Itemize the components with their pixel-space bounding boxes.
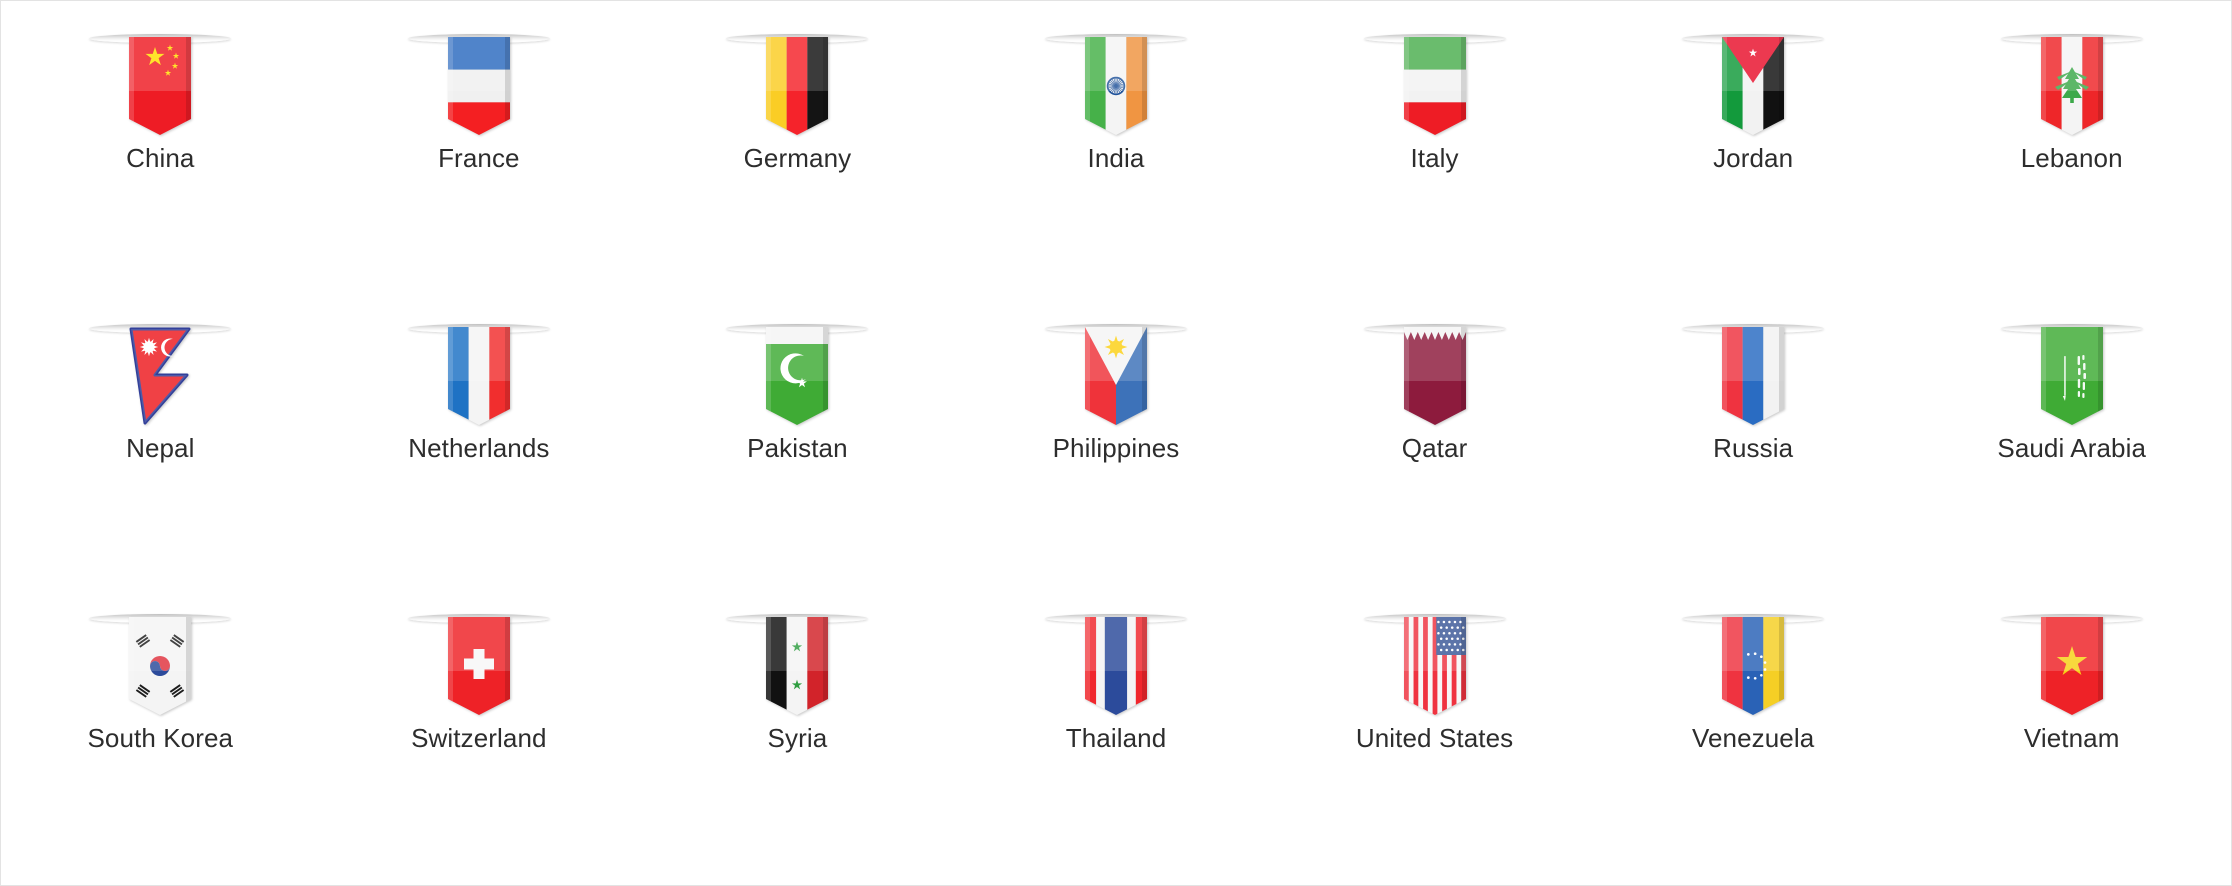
ribbon-wrap — [1360, 15, 1510, 143]
ribbon-wrap — [404, 15, 554, 143]
flag-cell-switzerland[interactable]: Switzerland — [320, 595, 639, 751]
flag-vietnam-icon[interactable] — [2040, 617, 2103, 715]
ribbon-wrap — [85, 305, 235, 433]
flag-label: Switzerland — [411, 723, 547, 753]
flag-thailand-icon[interactable] — [1084, 617, 1147, 715]
flag-netherlands-icon[interactable] — [447, 327, 510, 425]
flag-label: Pakistan — [747, 433, 848, 463]
flag-china-icon[interactable] — [129, 37, 192, 135]
ribbon-wrap — [1678, 305, 1828, 433]
flag-switzerland-icon[interactable] — [447, 617, 510, 715]
flag-grid: China France Germany India Italy Jordan … — [1, 1, 2231, 885]
ribbon-wrap — [1997, 305, 2147, 433]
flag-cell-saudi-arabia[interactable]: Saudi Arabia — [1912, 305, 2231, 461]
flag-cell-india[interactable]: India — [957, 15, 1276, 171]
flag-label: Philippines — [1052, 433, 1180, 463]
flag-label: Saudi Arabia — [1997, 433, 2147, 463]
flag-india-icon[interactable] — [1084, 37, 1147, 135]
flag-venezuela-icon[interactable] — [1722, 617, 1785, 715]
flag-cell-nepal[interactable]: Nepal — [1, 305, 320, 461]
ribbon-wrap — [1041, 595, 1191, 723]
flag-lebanon-icon[interactable] — [2040, 37, 2103, 135]
flag-nepal-icon[interactable] — [129, 327, 191, 425]
flag-cell-china[interactable]: China — [1, 15, 320, 171]
ribbon-wrap — [1360, 305, 1510, 433]
flag-cell-thailand[interactable]: Thailand — [957, 595, 1276, 751]
flag-cell-vietnam[interactable]: Vietnam — [1912, 595, 2231, 751]
flag-south-korea-icon[interactable] — [129, 617, 192, 715]
ribbon-wrap — [85, 595, 235, 723]
ribbon-wrap — [1041, 15, 1191, 143]
ribbon-wrap — [1997, 15, 2147, 143]
flag-label: Thailand — [1065, 723, 1167, 753]
flag-cell-pakistan[interactable]: Pakistan — [638, 305, 957, 461]
flag-saudi-arabia-icon[interactable] — [2040, 327, 2103, 425]
flag-label: Italy — [1410, 143, 1459, 173]
flag-label: Vietnam — [2023, 723, 2120, 753]
flag-label: South Korea — [87, 723, 234, 753]
flag-cell-syria[interactable]: Syria — [638, 595, 957, 751]
ribbon-wrap — [85, 15, 235, 143]
flag-france-icon[interactable] — [447, 37, 510, 135]
ribbon-wrap — [1678, 595, 1828, 723]
ribbon-wrap — [1678, 15, 1828, 143]
ribbon-wrap — [722, 595, 872, 723]
flag-label: Russia — [1713, 433, 1794, 463]
flag-cell-netherlands[interactable]: Netherlands — [320, 305, 639, 461]
flag-cell-germany[interactable]: Germany — [638, 15, 957, 171]
flag-cell-italy[interactable]: Italy — [1275, 15, 1594, 171]
flag-cell-venezuela[interactable]: Venezuela — [1594, 595, 1913, 751]
flag-label: United States — [1355, 723, 1514, 753]
flag-jordan-icon[interactable] — [1722, 37, 1785, 135]
flag-label: France — [438, 143, 520, 173]
flag-label: Germany — [743, 143, 852, 173]
ribbon-wrap — [1360, 595, 1510, 723]
ribbon-wrap — [722, 15, 872, 143]
flag-cell-south-korea[interactable]: South Korea — [1, 595, 320, 751]
flag-cell-united-states[interactable]: United States — [1275, 595, 1594, 751]
flag-cell-france[interactable]: France — [320, 15, 639, 171]
flag-label: Syria — [767, 723, 828, 753]
flag-label: Venezuela — [1691, 723, 1815, 753]
flag-label: India — [1087, 143, 1145, 173]
flag-label: Nepal — [126, 433, 195, 463]
flag-label: Jordan — [1713, 143, 1794, 173]
ribbon-wrap — [1041, 305, 1191, 433]
flag-syria-icon[interactable] — [766, 617, 829, 715]
flag-label: Qatar — [1401, 433, 1468, 463]
flag-cell-lebanon[interactable]: Lebanon — [1912, 15, 2231, 171]
flag-united-states-icon[interactable] — [1403, 617, 1466, 715]
flag-cell-jordan[interactable]: Jordan — [1594, 15, 1913, 171]
flag-label: Netherlands — [408, 433, 550, 463]
flag-cell-qatar[interactable]: Qatar — [1275, 305, 1594, 461]
ribbon-wrap — [1997, 595, 2147, 723]
flag-italy-icon[interactable] — [1403, 37, 1466, 135]
flag-label: Lebanon — [2020, 143, 2123, 173]
flag-germany-icon[interactable] — [766, 37, 829, 135]
flag-pakistan-icon[interactable] — [766, 327, 829, 425]
flag-russia-icon[interactable] — [1722, 327, 1785, 425]
flag-philippines-icon[interactable] — [1084, 327, 1147, 425]
ribbon-wrap — [404, 305, 554, 433]
ribbon-wrap — [404, 595, 554, 723]
flag-qatar-icon[interactable] — [1403, 327, 1466, 425]
flag-cell-russia[interactable]: Russia — [1594, 305, 1913, 461]
ribbon-wrap — [722, 305, 872, 433]
flag-cell-philippines[interactable]: Philippines — [957, 305, 1276, 461]
flag-label: China — [126, 143, 195, 173]
